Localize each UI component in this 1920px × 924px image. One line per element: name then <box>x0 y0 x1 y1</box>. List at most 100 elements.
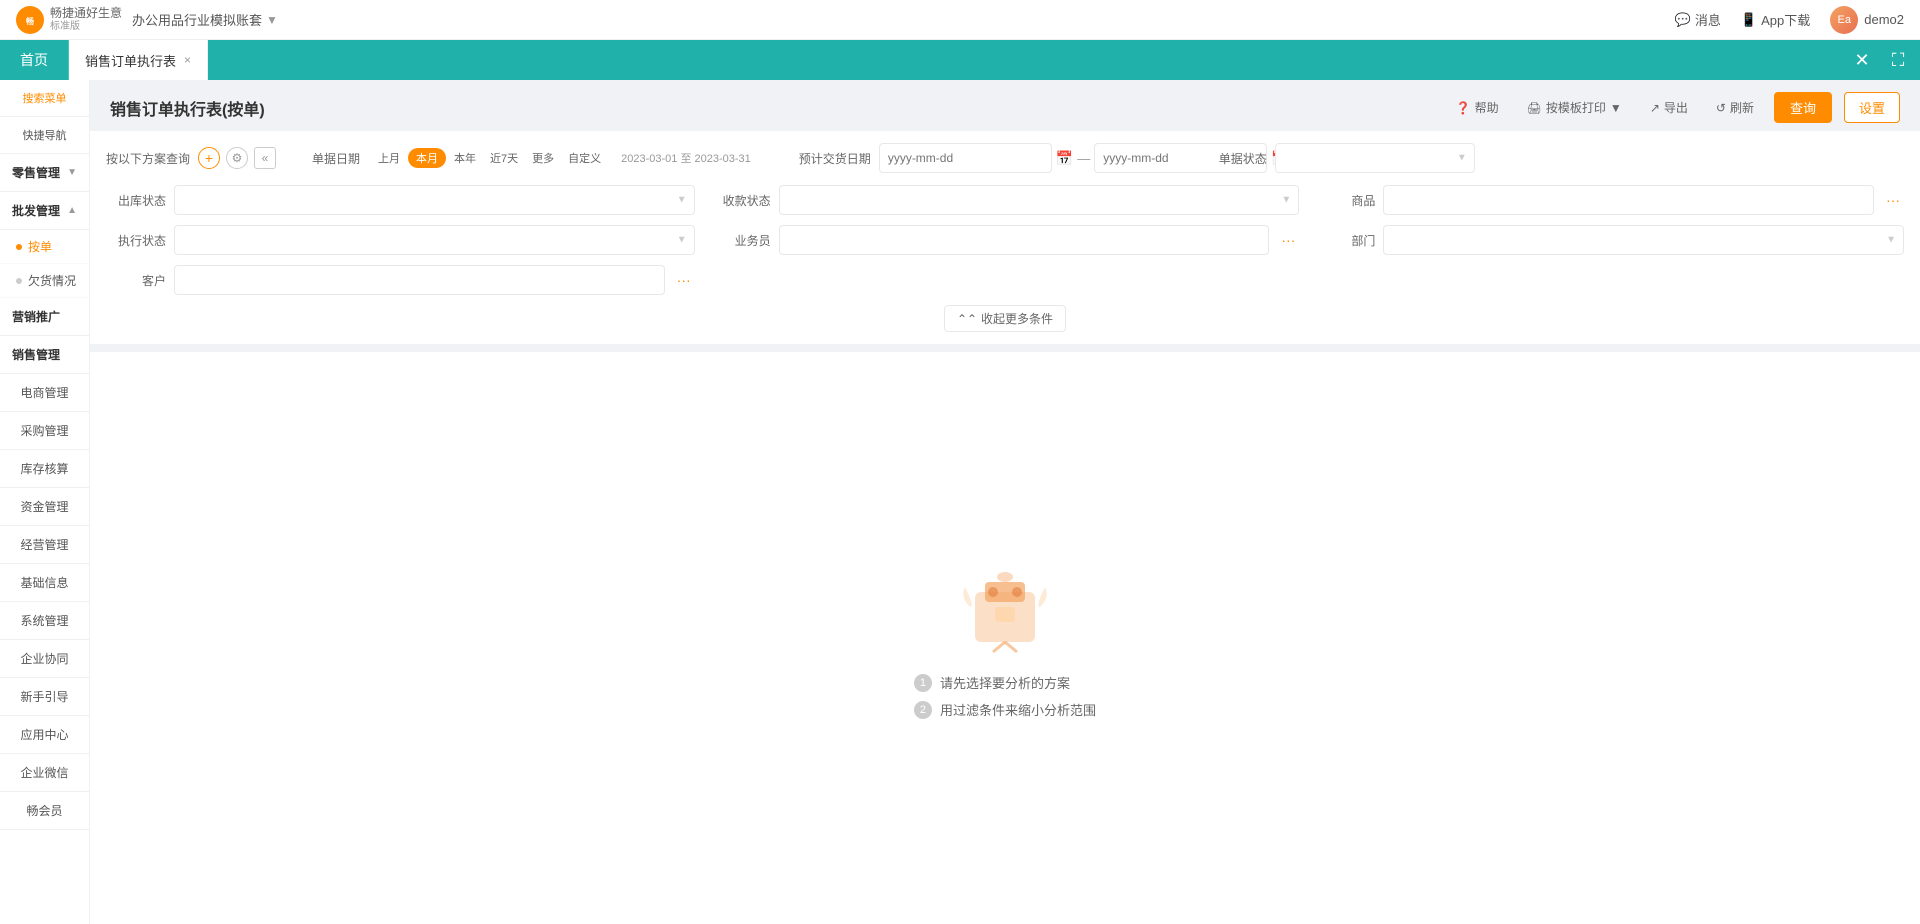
filter-row-1: 出库状态 ▼ 收款状态 ▼ 商品 <box>106 185 1904 215</box>
sidebar-app-center[interactable]: 应用中心 <box>0 716 89 754</box>
sidebar-section-retail[interactable]: 零售管理 ▼ <box>0 154 89 192</box>
tab-home[interactable]: 首页 <box>0 40 69 80</box>
sidebar-search[interactable]: 搜索菜单 <box>0 80 89 117</box>
app-download-button[interactable]: 📱 App下载 <box>1741 10 1810 29</box>
salesperson-more-icon[interactable]: ··· <box>1277 232 1299 248</box>
recent7-btn[interactable]: 近7天 <box>484 148 524 168</box>
receipt-status-select-wrapper: ▼ <box>779 185 1300 215</box>
sidebar-basic[interactable]: 基础信息 <box>0 564 89 602</box>
page-title: 销售订单执行表(按单) <box>110 96 265 120</box>
hint-number-1: 1 <box>914 674 932 692</box>
date-label: 单据日期 <box>300 150 360 167</box>
filter-scheme-label: 按以下方案查询 <box>106 150 190 167</box>
salesperson-input[interactable] <box>779 225 1270 255</box>
date-quick-btns: 上月 本月 本年 近7天 更多 自定义 <box>372 148 607 168</box>
fold-panel-button[interactable]: « <box>254 147 276 169</box>
salesperson-label: 业务员 <box>711 232 771 249</box>
add-scheme-button[interactable]: + <box>198 147 220 169</box>
filter-panel: 按以下方案查询 + ⚙ « 单据日期 上月 本月 本年 近7天 更多 自定义 2… <box>90 131 1920 344</box>
export-button[interactable]: ↗ 导出 <box>1642 95 1696 120</box>
query-button[interactable]: 查询 <box>1774 92 1832 123</box>
customer-input[interactable] <box>174 265 665 295</box>
sidebar-newbie[interactable]: 新手引导 <box>0 678 89 716</box>
user-name: demo2 <box>1864 12 1904 27</box>
expected-date-start-input[interactable] <box>879 143 1052 173</box>
svg-text:畅: 畅 <box>26 16 34 26</box>
more-btn[interactable]: 更多 <box>526 148 560 168</box>
customer-more-icon[interactable]: ··· <box>673 272 695 288</box>
sidebar-section-sales[interactable]: 销售管理 <box>0 336 89 374</box>
page-actions: ❓ 帮助 🖨 按模板打印 ▼ ↗ 导出 ↺ 刷新 查询 设置 <box>1448 92 1900 123</box>
ship-status-field: 出库状态 ▼ <box>106 185 695 215</box>
help-button[interactable]: ❓ 帮助 <box>1448 95 1507 120</box>
prev-month-btn[interactable]: 上月 <box>372 148 406 168</box>
message-icon: 💬 <box>1675 12 1691 28</box>
refresh-icon: ↺ <box>1716 101 1726 115</box>
tab-close-window-button[interactable]: ✕ <box>1848 46 1876 74</box>
dept-select[interactable] <box>1383 225 1904 255</box>
current-year-btn[interactable]: 本年 <box>448 148 482 168</box>
exec-status-label: 执行状态 <box>106 232 166 249</box>
print-icon: 🖨 <box>1527 101 1542 115</box>
calendar-start-icon[interactable]: 📅 <box>1056 150 1073 167</box>
sidebar: 搜索菜单 快捷导航 零售管理 ▼ 批发管理 ▲ 按单 欠货情况 营销推广 销售管… <box>0 80 90 924</box>
content-area: 销售订单执行表(按单) ❓ 帮助 🖨 按模板打印 ▼ ↗ 导出 ↺ 刷新 <box>90 80 1920 924</box>
goods-input[interactable] <box>1383 185 1874 215</box>
sidebar-section-wholesale[interactable]: 批发管理 ▲ <box>0 192 89 230</box>
sidebar-ecommerce[interactable]: 电商管理 <box>0 374 89 412</box>
breadcrumb-arrow-icon: ▼ <box>266 13 278 27</box>
refresh-button[interactable]: ↺ 刷新 <box>1708 95 1762 120</box>
empty-state: 1 请先选择要分析的方案 2 用过滤条件来缩小分析范围 <box>90 352 1920 924</box>
message-button[interactable]: 💬 消息 <box>1675 10 1721 29</box>
main-layout: 搜索菜单 快捷导航 零售管理 ▼ 批发管理 ▲ 按单 欠货情况 营销推广 销售管… <box>0 80 1920 924</box>
print-button[interactable]: 🖨 按模板打印 ▼ <box>1519 95 1630 120</box>
help-icon: ❓ <box>1456 101 1471 115</box>
exec-status-select[interactable] <box>174 225 695 255</box>
sidebar-purchase[interactable]: 采购管理 <box>0 412 89 450</box>
user-area[interactable]: Ea demo2 <box>1830 6 1904 34</box>
goods-field: 商品 ··· <box>1315 185 1904 215</box>
sidebar-enterprise[interactable]: 企业协同 <box>0 640 89 678</box>
top-header: 畅 畅捷通好生意 标准版 办公用品行业模拟账套 ▼ 💬 消息 📱 App下载 E… <box>0 0 1920 40</box>
receipt-status-select[interactable] <box>779 185 1300 215</box>
sidebar-inventory[interactable]: 库存核算 <box>0 450 89 488</box>
sidebar-quick-nav[interactable]: 快捷导航 <box>0 117 89 154</box>
tab-bar-right: ✕ ⛶ <box>1848 46 1920 74</box>
export-icon: ↗ <box>1650 101 1660 115</box>
page-header: 销售订单执行表(按单) ❓ 帮助 🖨 按模板打印 ▼ ↗ 导出 ↺ 刷新 <box>90 80 1920 131</box>
empty-hint-1: 1 请先选择要分析的方案 <box>914 673 1096 692</box>
exec-status-field: 执行状态 ▼ <box>106 225 695 255</box>
settings-scheme-button[interactable]: ⚙ <box>226 147 248 169</box>
status-select[interactable] <box>1275 143 1475 173</box>
sidebar-section-marketing[interactable]: 营销推广 <box>0 298 89 336</box>
tab-close-icon[interactable]: × <box>184 53 191 67</box>
sidebar-finance[interactable]: 资金管理 <box>0 488 89 526</box>
collapse-button[interactable]: ⌃⌃ 收起更多条件 <box>944 305 1066 332</box>
download-icon: 📱 <box>1741 12 1757 28</box>
sidebar-operations[interactable]: 经营管理 <box>0 526 89 564</box>
tab-active[interactable]: 销售订单执行表 × <box>69 40 208 80</box>
tab-maximize-button[interactable]: ⛶ <box>1884 46 1912 74</box>
current-month-btn[interactable]: 本月 <box>408 148 446 168</box>
expected-date-range: 📅 — 📅 <box>879 143 1159 173</box>
ship-status-select[interactable] <box>174 185 695 215</box>
customer-field: 客户 ··· <box>106 265 695 295</box>
settings-button[interactable]: 设置 <box>1844 92 1900 123</box>
sidebar-wechat[interactable]: 企业微信 <box>0 754 89 792</box>
custom-btn[interactable]: 自定义 <box>562 148 607 168</box>
goods-more-icon[interactable]: ··· <box>1882 192 1904 208</box>
tab-bar: 首页 销售订单执行表 × ✕ ⛶ <box>0 40 1920 80</box>
ship-status-label: 出库状态 <box>106 192 166 209</box>
receipt-status-field: 收款状态 ▼ <box>711 185 1300 215</box>
filter-scheme-controls: + ⚙ « <box>198 147 276 169</box>
sidebar-system[interactable]: 系统管理 <box>0 602 89 640</box>
sidebar-item-press-single[interactable]: 按单 <box>0 230 89 264</box>
exec-status-select-wrapper: ▼ <box>174 225 695 255</box>
empty-hint-2: 2 用过滤条件来缩小分析范围 <box>914 700 1096 719</box>
expected-date-label: 预计交货日期 <box>799 150 871 167</box>
hint-number-2: 2 <box>914 701 932 719</box>
filter-scheme-row: 按以下方案查询 + ⚙ « 单据日期 上月 本月 本年 近7天 更多 自定义 2… <box>106 143 1904 173</box>
sidebar-member[interactable]: 畅会员 <box>0 792 89 830</box>
status-select-wrapper: ▼ <box>1275 143 1475 173</box>
sidebar-item-debt[interactable]: 欠货情况 <box>0 264 89 298</box>
